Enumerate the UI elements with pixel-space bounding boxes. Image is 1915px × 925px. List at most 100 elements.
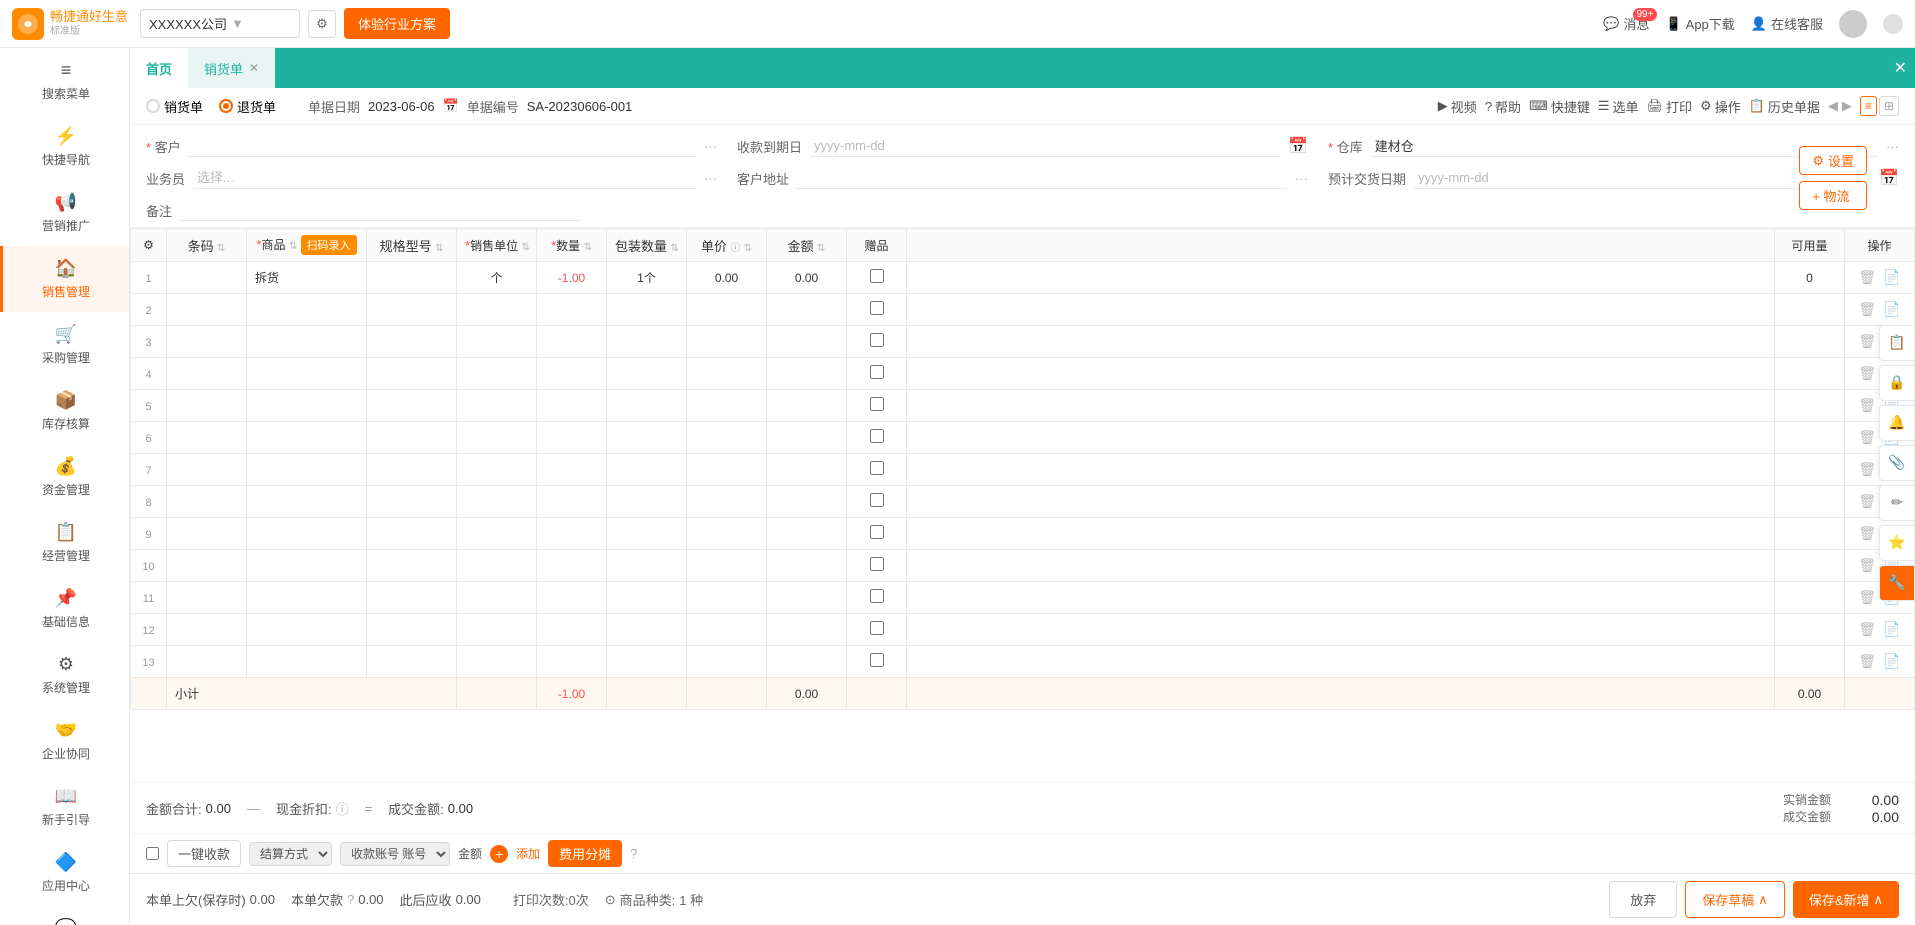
receivable-input[interactable] — [810, 135, 1280, 157]
cell-qty[interactable] — [537, 422, 607, 454]
add-payment-button[interactable]: + — [490, 845, 508, 863]
cell-spec[interactable] — [367, 614, 457, 646]
cell-price[interactable] — [687, 486, 767, 518]
cell-price[interactable] — [687, 582, 767, 614]
discard-button[interactable]: 放弃 — [1609, 881, 1677, 918]
settings-icon[interactable]: ⚙ — [308, 10, 336, 38]
tab-home[interactable]: 首页 — [130, 48, 188, 88]
app-download-button[interactable]: 📱 App下载 — [1665, 14, 1734, 33]
cell-remark[interactable] — [907, 614, 1775, 646]
cell-price[interactable] — [687, 550, 767, 582]
cell-amount[interactable] — [767, 518, 847, 550]
delete-row-icon[interactable]: 🗑 — [1858, 493, 1876, 509]
avatar-extra[interactable] — [1883, 14, 1903, 34]
cell-spec[interactable] — [367, 550, 457, 582]
cell-amount[interactable] — [767, 550, 847, 582]
delete-row-icon[interactable]: 🗑 — [1858, 653, 1876, 669]
cell-gift[interactable] — [847, 582, 907, 614]
cell-remark[interactable] — [907, 294, 1775, 326]
cell-qty[interactable] — [537, 454, 607, 486]
th-settings[interactable]: ⚙ — [131, 229, 167, 262]
cell-amount[interactable]: 0.00 — [767, 262, 847, 294]
cell-spec[interactable] — [367, 326, 457, 358]
cell-amount[interactable] — [767, 390, 847, 422]
cell-amount[interactable] — [767, 422, 847, 454]
one-click-checkbox[interactable] — [146, 847, 159, 860]
cell-remark[interactable] — [907, 326, 1775, 358]
radio-sale[interactable]: 销货单 — [146, 97, 203, 116]
sidebar-item-operations[interactable]: 📋 经营管理 — [0, 510, 129, 576]
save-new-button[interactable]: 保存&新增 ∧ — [1793, 881, 1899, 918]
cell-price[interactable] — [687, 326, 767, 358]
sidebar-item-guide[interactable]: 📖 新手引导 — [0, 774, 129, 840]
delete-row-icon[interactable]: 🗑 — [1858, 333, 1876, 349]
cell-spec[interactable] — [367, 294, 457, 326]
cell-remark[interactable] — [907, 646, 1775, 678]
cell-gift[interactable] — [847, 390, 907, 422]
cell-qty[interactable] — [537, 486, 607, 518]
copy-row-icon[interactable]: 📄 — [1883, 269, 1900, 285]
print-button[interactable]: 🖨 打印 — [1647, 97, 1693, 116]
delete-row-icon[interactable]: 🗑 — [1858, 525, 1876, 541]
sidebar-item-purchase[interactable]: 🛒 采购管理 — [0, 312, 129, 378]
cell-remark[interactable] — [907, 518, 1775, 550]
cell-gift[interactable] — [847, 358, 907, 390]
cell-qty[interactable] — [537, 646, 607, 678]
sidebar-item-finance[interactable]: 💰 资金管理 — [0, 444, 129, 510]
cell-qty[interactable] — [537, 358, 607, 390]
sidebar-item-inventory[interactable]: 📦 库存核算 — [0, 378, 129, 444]
cell-amount[interactable] — [767, 614, 847, 646]
cell-remark[interactable] — [907, 454, 1775, 486]
delete-row-icon[interactable]: 🗑 — [1858, 557, 1876, 573]
cell-spec[interactable] — [367, 486, 457, 518]
cell-qty[interactable] — [537, 326, 607, 358]
expense-button[interactable]: 费用分摊 — [548, 840, 622, 867]
next-arrow-icon[interactable]: ▶ — [1842, 98, 1852, 114]
salesperson-dots-icon[interactable]: ··· — [704, 171, 717, 186]
cell-price[interactable] — [687, 518, 767, 550]
salesperson-input[interactable] — [193, 167, 696, 189]
cell-price[interactable]: 0.00 — [687, 262, 767, 294]
cell-remark[interactable] — [907, 358, 1775, 390]
cell-barcode[interactable] — [167, 454, 247, 486]
customer-address-input[interactable] — [797, 167, 1287, 189]
cell-amount[interactable] — [767, 358, 847, 390]
radio-return[interactable]: 退货单 — [219, 97, 276, 116]
cell-amount[interactable] — [767, 582, 847, 614]
copy-row-icon[interactable]: 📄 — [1883, 301, 1900, 317]
delete-row-icon[interactable]: 🗑 — [1858, 621, 1876, 637]
avatar[interactable] — [1839, 10, 1867, 38]
cell-qty[interactable] — [537, 518, 607, 550]
sidebar-item-marketing[interactable]: 📢 营销推广 — [0, 180, 129, 246]
payment-account-select[interactable]: 收款账号 账号 — [340, 842, 450, 866]
cell-amount[interactable] — [767, 326, 847, 358]
cell-barcode[interactable] — [167, 358, 247, 390]
cell-qty[interactable] — [537, 550, 607, 582]
delete-row-icon[interactable]: 🗑 — [1858, 269, 1876, 285]
remark-input[interactable] — [180, 199, 580, 221]
expense-help-icon[interactable]: ? — [630, 846, 637, 861]
history-button[interactable]: 📋 历史单据 — [1749, 97, 1820, 116]
delete-row-icon[interactable]: 🗑 — [1858, 301, 1876, 317]
float-copy-button[interactable]: 📋 — [1879, 325, 1915, 361]
cell-barcode[interactable] — [167, 582, 247, 614]
sidebar-item-quick[interactable]: ⚡ 快捷导航 — [0, 114, 129, 180]
prev-arrow-icon[interactable]: ◀ — [1828, 98, 1838, 114]
cell-gift[interactable] — [847, 486, 907, 518]
sidebar-item-sales[interactable]: 🏠 销售管理 — [0, 246, 129, 312]
cell-amount[interactable] — [767, 454, 847, 486]
cell-barcode[interactable] — [167, 518, 247, 550]
shortcut-button[interactable]: ⌨ 快捷键 — [1529, 97, 1590, 116]
delete-row-icon[interactable]: 🗑 — [1858, 365, 1876, 381]
calendar-icon[interactable]: 📅 — [443, 98, 459, 114]
company-selector[interactable]: XXXXXX公司 ▼ — [140, 9, 300, 38]
customer-dots-icon[interactable]: ··· — [704, 139, 717, 154]
cell-amount[interactable] — [767, 486, 847, 518]
cell-gift[interactable] — [847, 550, 907, 582]
video-button[interactable]: ▶ 视频 — [1438, 97, 1477, 116]
cell-remark[interactable] — [907, 550, 1775, 582]
cell-price[interactable] — [687, 646, 767, 678]
online-service-button[interactable]: 👤 在线客服 — [1751, 14, 1823, 33]
cell-price[interactable] — [687, 390, 767, 422]
grid-view-icon[interactable]: ⊞ — [1879, 96, 1899, 116]
